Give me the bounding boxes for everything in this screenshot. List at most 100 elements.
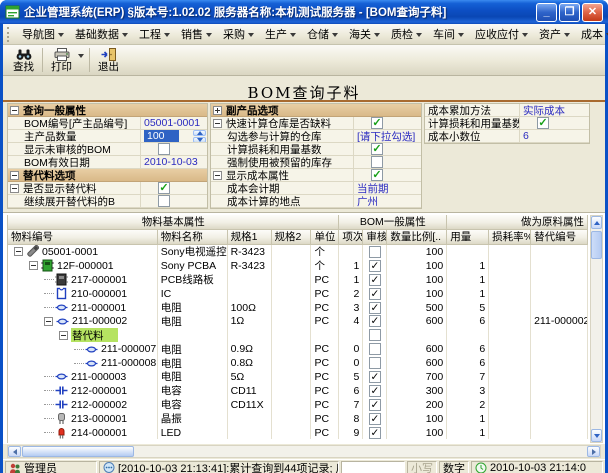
checkbox[interactable]: ✓ bbox=[371, 117, 383, 129]
scroll-left-button[interactable] bbox=[8, 446, 21, 457]
audit-checkbox[interactable]: ✓ bbox=[369, 399, 381, 411]
property-value[interactable]: 实际成本 bbox=[520, 104, 589, 116]
menu-item[interactable]: 仓储 bbox=[302, 24, 344, 44]
h-scroll-track[interactable] bbox=[134, 446, 587, 457]
audit-checkbox[interactable]: ✓ bbox=[369, 385, 381, 397]
audit-checkbox[interactable]: ✓ bbox=[369, 274, 381, 286]
table-row[interactable]: 211-000008电阻0.8ΩPC06006 bbox=[8, 356, 588, 370]
menu-item[interactable]: 应收应付 bbox=[470, 24, 534, 44]
audit-checkbox[interactable]: ✓ bbox=[369, 413, 381, 425]
table-row[interactable]: 05001-0001Sony电视遥控器 (/R-3423个100 bbox=[8, 245, 588, 259]
table-row[interactable]: 12F-000001Sony PCBAR-3423个1✓1001 bbox=[8, 259, 588, 273]
column-header[interactable]: 单位 bbox=[311, 230, 339, 245]
stepper-up-button[interactable] bbox=[193, 130, 206, 136]
property-value[interactable]: ✓ bbox=[141, 182, 207, 194]
h-scrollbar[interactable] bbox=[7, 445, 601, 458]
quantity-stepper[interactable] bbox=[193, 130, 206, 142]
menu-item[interactable]: 采购 bbox=[218, 24, 260, 44]
find-button[interactable]: 查找 bbox=[7, 45, 40, 75]
expander-icon[interactable] bbox=[213, 119, 222, 128]
menu-item[interactable]: 生产 bbox=[260, 24, 302, 44]
audit-checkbox[interactable]: ✓ bbox=[369, 315, 381, 327]
table-row[interactable]: 211-000003电阻5ΩPC5✓7007 bbox=[8, 370, 588, 384]
menu-item[interactable]: 资产 bbox=[534, 24, 576, 44]
checkbox[interactable]: ✓ bbox=[537, 117, 549, 129]
menu-item[interactable]: 成本 bbox=[576, 24, 608, 44]
property-value[interactable]: ✓ bbox=[354, 117, 421, 129]
v-scroll-thumb[interactable] bbox=[591, 231, 602, 259]
property-value[interactable]: [请下拉勾选] bbox=[354, 130, 421, 142]
stepper-down-button[interactable] bbox=[193, 137, 206, 142]
column-header[interactable]: 物料编号 bbox=[8, 230, 158, 245]
property-group-header[interactable]: 副产品选项 bbox=[211, 104, 421, 117]
audit-checkbox[interactable] bbox=[369, 343, 381, 355]
property-value[interactable]: 100 bbox=[141, 130, 207, 142]
expander-icon[interactable] bbox=[213, 171, 222, 180]
column-header[interactable]: 项次 bbox=[339, 230, 363, 245]
menu-item[interactable]: 质检 bbox=[386, 24, 428, 44]
toolbar-grip[interactable] bbox=[7, 27, 9, 42]
property-value[interactable]: 当前期 bbox=[354, 182, 421, 194]
statusbar-input[interactable] bbox=[341, 461, 405, 473]
property-value[interactable] bbox=[141, 143, 207, 155]
v-scrollbar[interactable] bbox=[590, 215, 603, 443]
table-row[interactable]: 210-000001ICPC2✓1001 bbox=[8, 287, 588, 301]
checkbox[interactable] bbox=[371, 156, 383, 168]
table-row[interactable]: 217-000001PCB线路板PC1✓1001 bbox=[8, 273, 588, 287]
exit-button[interactable]: 退出 bbox=[92, 45, 125, 75]
table-row[interactable]: 214-000001LEDPC9✓1001 bbox=[8, 426, 588, 440]
property-value[interactable]: 6 bbox=[520, 130, 589, 142]
property-value[interactable]: 2010-10-03 bbox=[141, 156, 207, 168]
table-row[interactable]: 212-000002电容CD11XPC7✓2002 bbox=[8, 398, 588, 412]
menu-item[interactable]: 工程 bbox=[134, 24, 176, 44]
table-row[interactable]: 211-000002电阻1ΩPC4✓6006211-000002 bbox=[8, 314, 588, 328]
column-header[interactable]: 规格1 bbox=[228, 230, 272, 245]
property-value[interactable] bbox=[354, 156, 421, 168]
scroll-up-button[interactable] bbox=[591, 216, 602, 229]
column-header[interactable]: 损耗率% bbox=[489, 230, 531, 245]
property-value[interactable] bbox=[141, 195, 207, 207]
minimize-button[interactable]: _ bbox=[536, 3, 557, 22]
property-value[interactable]: 广州 bbox=[354, 195, 421, 207]
audit-checkbox[interactable]: ✓ bbox=[369, 427, 381, 439]
property-value[interactable]: ✓ bbox=[354, 143, 421, 155]
table-row[interactable]: 211-000007电阻0.9ΩPC06006 bbox=[8, 342, 588, 356]
column-header[interactable]: 数量比例[.. bbox=[387, 230, 447, 245]
column-header[interactable]: 规格2 bbox=[272, 230, 312, 245]
table-row[interactable]: 替代料 bbox=[8, 328, 588, 342]
scroll-right-button[interactable] bbox=[587, 446, 600, 457]
table-row[interactable]: 212-000001电容CD11PC6✓3003 bbox=[8, 384, 588, 398]
audit-checkbox[interactable] bbox=[369, 246, 381, 258]
column-header[interactable]: 用量 bbox=[447, 230, 489, 245]
column-header[interactable]: 审核 bbox=[363, 230, 387, 245]
menu-item[interactable]: 销售 bbox=[176, 24, 218, 44]
menu-item[interactable]: 导航图 bbox=[17, 24, 70, 44]
table-row[interactable]: 213-000001晶振PC8✓1001 bbox=[8, 412, 588, 426]
checkbox[interactable]: ✓ bbox=[371, 143, 383, 155]
checkbox[interactable] bbox=[158, 195, 170, 207]
property-group-header[interactable]: 替代料选项 bbox=[8, 169, 207, 182]
tree-expander[interactable] bbox=[29, 261, 38, 270]
checkbox[interactable]: ✓ bbox=[371, 169, 383, 181]
h-scroll-thumb[interactable] bbox=[22, 446, 134, 457]
tree-expander[interactable] bbox=[59, 331, 68, 340]
expander-icon[interactable] bbox=[213, 106, 222, 115]
expander-icon[interactable] bbox=[10, 184, 19, 193]
column-header[interactable]: 物料名称 bbox=[158, 230, 228, 245]
expander-icon[interactable] bbox=[10, 171, 19, 180]
audit-checkbox[interactable]: ✓ bbox=[369, 260, 381, 272]
property-value[interactable]: ✓ bbox=[354, 169, 421, 181]
audit-checkbox[interactable]: ✓ bbox=[369, 302, 381, 314]
checkbox[interactable]: ✓ bbox=[158, 182, 170, 194]
scroll-down-button[interactable] bbox=[591, 429, 602, 442]
property-value[interactable]: 05001-0001 bbox=[141, 117, 207, 129]
tree-expander[interactable] bbox=[44, 317, 53, 326]
expander-icon[interactable] bbox=[10, 106, 19, 115]
print-dropdown-arrow[interactable] bbox=[78, 45, 87, 75]
print-button[interactable]: 打印 bbox=[45, 45, 78, 75]
audit-checkbox[interactable]: ✓ bbox=[369, 371, 381, 383]
property-group-header[interactable]: 查询一般属性 bbox=[8, 104, 207, 117]
audit-checkbox[interactable] bbox=[369, 357, 381, 369]
menu-item[interactable]: 基础数据 bbox=[70, 24, 134, 44]
close-button[interactable]: ✕ bbox=[582, 3, 603, 22]
